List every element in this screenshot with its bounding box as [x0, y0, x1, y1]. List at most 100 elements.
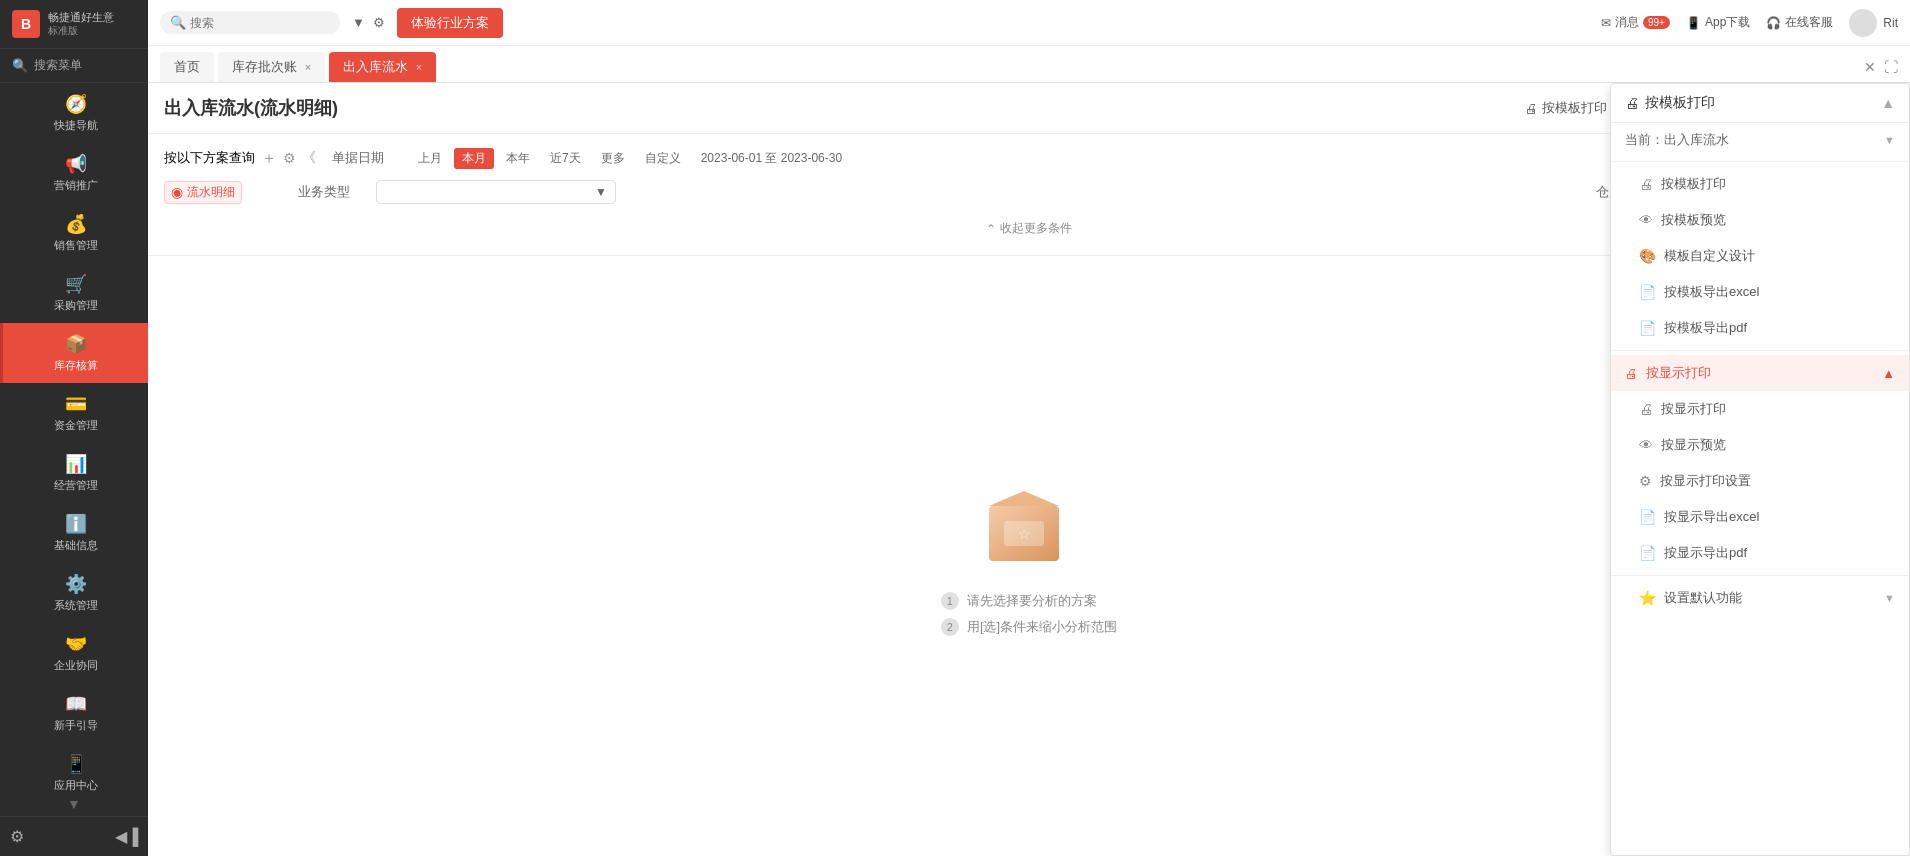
sidebar-item-app-center[interactable]: 📱 应用中心 [0, 743, 148, 792]
empty-illustration: ☆ [969, 476, 1089, 576]
sidebar-item-operations[interactable]: 📊 经营管理 [0, 443, 148, 503]
top-header: 🔍 ▼ ⚙ 体验行业方案 ✉ 消息 99+ 📱 App下载 🎧 在线客服 Rit [148, 0, 1910, 46]
header-search-bar[interactable]: 🔍 [160, 11, 340, 34]
dropdown-item-template-preview[interactable]: 👁 按模板预览 [1611, 202, 1909, 238]
dropdown-item-template-print[interactable]: 🖨 按模板打印 [1611, 166, 1909, 202]
tab-home[interactable]: 首页 [160, 52, 214, 82]
template-print-item-label: 按模板打印 [1661, 175, 1726, 193]
tab-flow[interactable]: 出入库流水 × [329, 52, 436, 82]
tab-batch-close[interactable]: × [305, 61, 311, 73]
tab-flow-close[interactable]: × [416, 61, 422, 73]
date-option-last-month[interactable]: 上月 [410, 148, 450, 169]
date-option-custom[interactable]: 自定义 [637, 148, 689, 169]
sidebar-item-marketing[interactable]: 📢 营销推广 [0, 143, 148, 203]
dropdown-title-label: 按模板打印 [1645, 94, 1715, 112]
biz-type-dropdown[interactable]: ▼ [376, 180, 616, 204]
dropdown-item-template-custom[interactable]: 🎨 模板自定义设计 [1611, 238, 1909, 274]
dropdown-item-display-print-settings[interactable]: ⚙ 按显示打印设置 [1611, 463, 1909, 499]
sidebar: B 畅捷通好生意 标准版 🔍 搜索菜单 🧭 快捷导航 📢 营销推广 💰 销售管理… [0, 0, 148, 856]
template-print-button[interactable]: 🖨 按模板打印 ▲ [1525, 99, 1621, 117]
sidebar-item-collab[interactable]: 🤝 企业协同 [0, 623, 148, 683]
filter-date-group: 单据日期 上月 本月 本年 近7天 更多 自定义 2023-06-01 至 20… [332, 148, 842, 169]
sidebar-settings-icon[interactable]: ⚙ [10, 827, 24, 846]
sidebar-item-sales[interactable]: 💰 销售管理 [0, 203, 148, 263]
app-download-icon: 📱 [1686, 16, 1701, 30]
header-gear-icon[interactable]: ⚙ [373, 15, 385, 30]
biz-type-label: 业务类型 [298, 183, 368, 201]
sidebar-item-finance[interactable]: 💳 资金管理 [0, 383, 148, 443]
template-print-item-icon: 🖨 [1639, 176, 1653, 192]
header-dropdown-icon[interactable]: ▼ [352, 15, 365, 30]
dropdown-section-display: 🖨 按显示打印 👁 按显示预览 ⚙ 按显示打印设置 📄 按显示导出excel 📄 [1611, 391, 1909, 571]
dropdown-section-default: ⭐ 设置默认功能 ▼ [1611, 580, 1909, 616]
tab-batch-account[interactable]: 库存批次账 × [218, 52, 325, 82]
display-excel-label: 按显示导出excel [1664, 508, 1759, 526]
dropdown-header: 🖨 按模板打印 ▲ [1611, 84, 1909, 123]
page-title: 出入库流水(流水明细) [164, 96, 338, 120]
template-print-label: 按模板打印 [1542, 99, 1607, 117]
dropdown-header-title: 🖨 按模板打印 [1625, 94, 1715, 112]
filter-gear-icon[interactable]: ⚙ [283, 150, 296, 166]
dropdown-item-set-default[interactable]: ⭐ 设置默认功能 ▼ [1611, 580, 1909, 616]
sidebar-item-label: 营销推广 [54, 178, 98, 193]
date-option-this-month[interactable]: 本月 [454, 148, 494, 169]
trial-button[interactable]: 体验行业方案 [397, 8, 503, 38]
dropdown-item-display-export-excel[interactable]: 📄 按显示导出excel [1611, 499, 1909, 535]
display-preview-icon: 👁 [1639, 437, 1653, 453]
date-option-this-year[interactable]: 本年 [498, 148, 538, 169]
filter-tag-label: 流水明细 [187, 184, 235, 201]
filter-tag-icon: ◉ [171, 184, 183, 200]
dropdown-item-display-preview[interactable]: 👁 按显示预览 [1611, 427, 1909, 463]
basic-icon: ℹ️ [65, 513, 87, 535]
dropdown-item-display-print[interactable]: 🖨 按显示打印 [1611, 391, 1909, 427]
sidebar-scroll-down[interactable]: ▼ [0, 792, 148, 816]
date-label: 单据日期 [332, 149, 402, 167]
sidebar-logo-info: 畅捷通好生意 标准版 [48, 10, 114, 38]
printer-icon: 🖨 [1525, 101, 1538, 116]
empty-svg: ☆ [969, 476, 1089, 576]
tab-close-all-icon[interactable]: ✕ [1864, 59, 1876, 75]
display-settings-label: 按显示打印设置 [1660, 472, 1751, 490]
sidebar-item-purchase[interactable]: 🛒 采购管理 [0, 263, 148, 323]
dropdown-item-template-export-pdf[interactable]: 📄 按模板导出pdf [1611, 310, 1909, 346]
app-download-button[interactable]: 📱 App下载 [1686, 14, 1750, 31]
app-tag: 标准版 [48, 24, 114, 38]
sidebar-collapse-icon[interactable]: ◀▐ [115, 827, 138, 846]
filter-tag-flow[interactable]: ◉ 流水明细 [164, 181, 242, 204]
search-icon: 🔍 [12, 58, 28, 73]
display-settings-icon: ⚙ [1639, 473, 1652, 489]
date-option-more[interactable]: 更多 [593, 148, 633, 169]
sidebar-item-guide[interactable]: 📖 新手引导 [0, 683, 148, 743]
sidebar-item-basic[interactable]: ℹ️ 基础信息 [0, 503, 148, 563]
filter-add-icon[interactable]: ＋ [261, 148, 277, 169]
online-service-button[interactable]: 🎧 在线客服 [1766, 14, 1833, 31]
sidebar-item-label: 系统管理 [54, 598, 98, 613]
inventory-icon: 📦 [65, 333, 87, 355]
sidebar-item-inventory[interactable]: 📦 库存核算 [0, 323, 148, 383]
dropdown-item-display-export-pdf[interactable]: 📄 按显示导出pdf [1611, 535, 1909, 571]
header-search-icon: 🔍 [170, 15, 186, 30]
date-option-7days[interactable]: 近7天 [542, 148, 589, 169]
display-print-collapse-icon: ▲ [1882, 366, 1895, 381]
dropdown-item-template-export-excel[interactable]: 📄 按模板导出excel [1611, 274, 1909, 310]
sidebar-item-label: 新手引导 [54, 718, 98, 733]
message-button[interactable]: ✉ 消息 99+ [1601, 14, 1670, 31]
header-search-input[interactable] [190, 16, 330, 30]
user-area[interactable]: Rit [1849, 9, 1898, 37]
app-center-icon: 📱 [65, 753, 87, 775]
purchase-icon: 🛒 [65, 273, 87, 295]
dropdown-current[interactable]: 当前：出入库流水 ▼ [1611, 123, 1909, 157]
sidebar-item-quick-nav[interactable]: 🧭 快捷导航 [0, 83, 148, 143]
app-name: 畅捷通好生意 [48, 10, 114, 24]
sidebar-search[interactable]: 🔍 搜索菜单 [0, 49, 148, 83]
filter-collapse-icon[interactable]: 《 [302, 149, 316, 167]
tab-expand-icon[interactable]: ⛶ [1884, 59, 1898, 75]
guide-icon: 📖 [65, 693, 87, 715]
filter-actions: 按以下方案查询 ＋ ⚙ 《 [164, 148, 316, 169]
dropdown-toggle-icon[interactable]: ▲ [1881, 95, 1895, 111]
message-icon: ✉ [1601, 16, 1611, 30]
message-label: 消息 [1615, 14, 1639, 31]
app-logo-icon: B [12, 10, 40, 38]
dropdown-section-display-header[interactable]: 🖨 按显示打印 ▲ [1611, 355, 1909, 391]
sidebar-item-system[interactable]: ⚙️ 系统管理 [0, 563, 148, 623]
